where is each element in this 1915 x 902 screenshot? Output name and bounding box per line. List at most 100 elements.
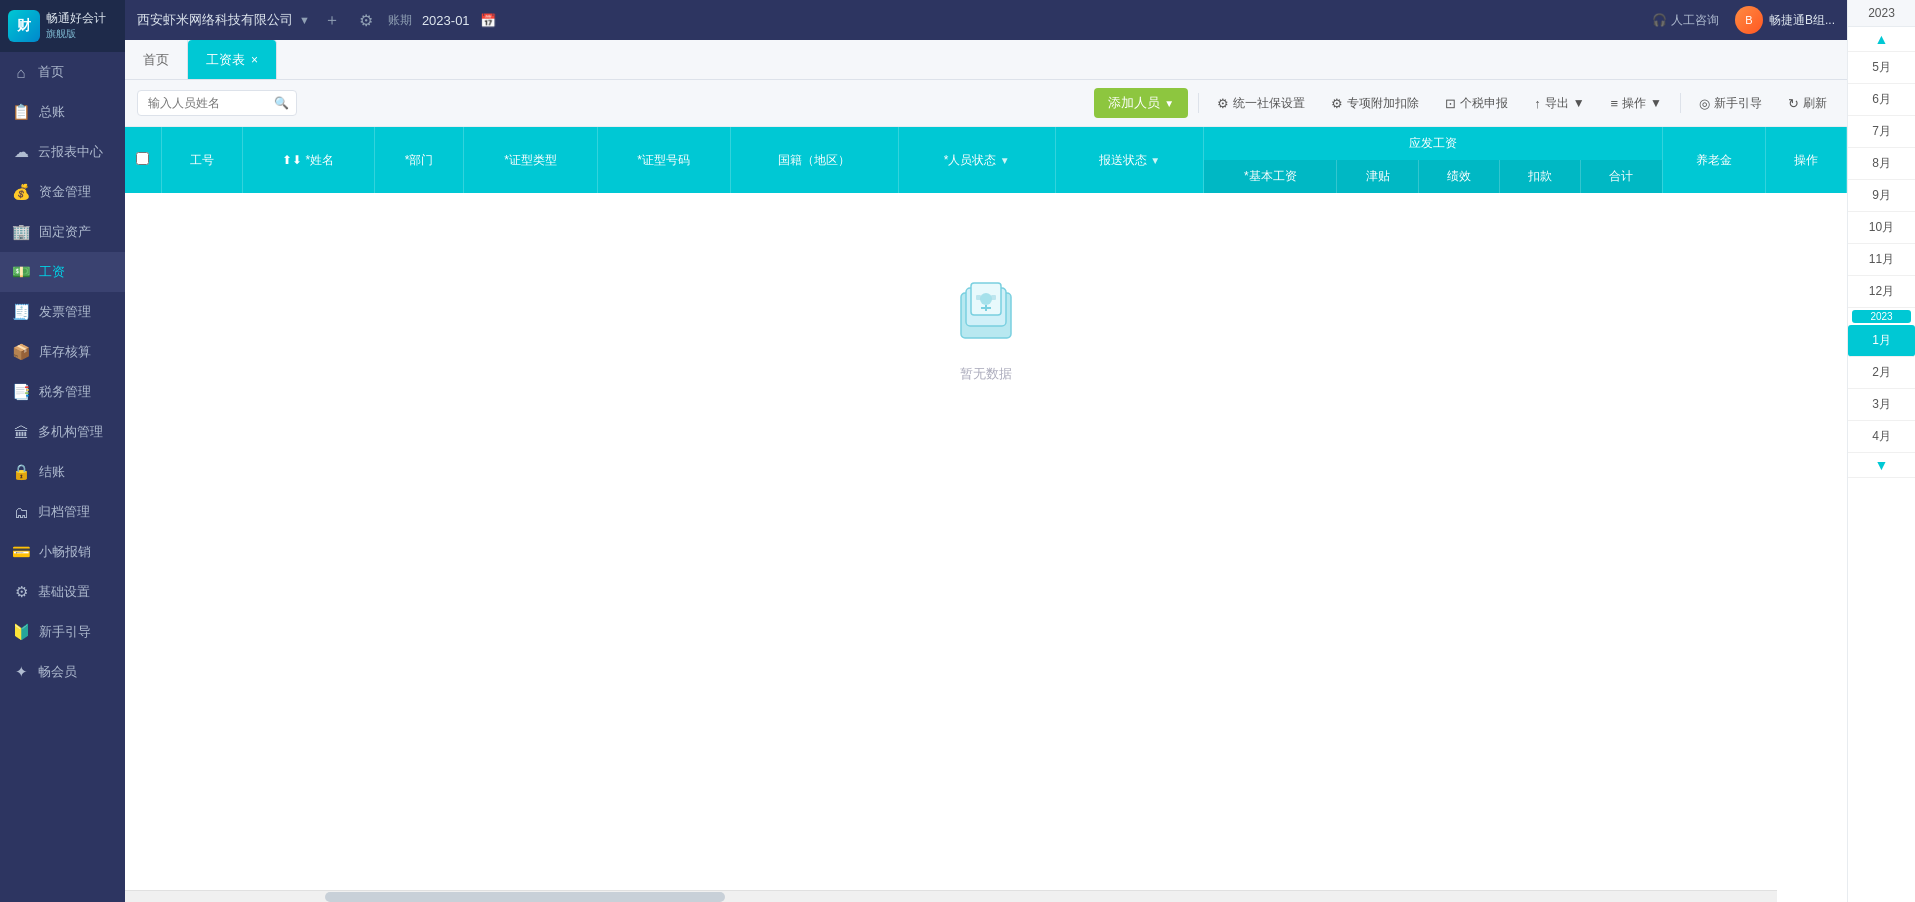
payroll-icon: 💵 <box>12 263 31 281</box>
sidebar-item-closing-label: 结账 <box>39 463 65 481</box>
sidebar-item-closing[interactable]: 🔒 结账 <box>0 452 125 492</box>
company-selector[interactable]: 西安虾米网络科技有限公司 ▼ <box>137 11 310 29</box>
period-up-btn[interactable]: ▲ <box>1848 27 1915 52</box>
refresh-icon: ↻ <box>1788 96 1799 111</box>
funds-icon: 💰 <box>12 183 31 201</box>
period-month-6[interactable]: 6月 <box>1848 84 1915 116</box>
period-month-5[interactable]: 5月 <box>1848 52 1915 84</box>
select-all-checkbox[interactable] <box>136 152 149 165</box>
calendar-icon[interactable]: 📅 <box>480 13 496 28</box>
sidebar-item-guide[interactable]: 🔰 新手引导 <box>0 612 125 652</box>
svg-point-3 <box>980 293 992 305</box>
empty-text: 暂无数据 <box>960 365 1012 383</box>
tab-payroll[interactable]: 工资表 × <box>188 40 277 79</box>
company-name: 西安虾米网络科技有限公司 <box>137 11 293 29</box>
sidebar-item-reports[interactable]: ☁ 云报表中心 <box>0 132 125 172</box>
refresh-btn[interactable]: ↻ 刷新 <box>1780 90 1835 117</box>
period-month-8[interactable]: 8月 <box>1848 148 1915 180</box>
sidebar-item-expense[interactable]: 💳 小畅报销 <box>0 532 125 572</box>
member-icon: ✦ <box>12 663 30 681</box>
deduction-label: 专项附加扣除 <box>1347 95 1419 112</box>
th-report-status: 报送状态 ▼ <box>1055 127 1204 193</box>
sidebar-item-archive[interactable]: 🗂 归档管理 <box>0 492 125 532</box>
period-year-header: 2023 <box>1848 0 1915 27</box>
period-month-7[interactable]: 7月 <box>1848 116 1915 148</box>
sidebar-item-funds[interactable]: 💰 资金管理 <box>0 172 125 212</box>
logo-text: 畅通好会计 <box>46 11 106 27</box>
tab-payroll-close[interactable]: × <box>251 53 258 67</box>
assets-icon: 🏢 <box>12 223 31 241</box>
sidebar-item-multi-org[interactable]: 🏛 多机构管理 <box>0 412 125 452</box>
tax-report-label: 个税申报 <box>1460 95 1508 112</box>
add-person-btn[interactable]: 添加人员 ▼ <box>1094 88 1188 118</box>
period-month-11[interactable]: 11月 <box>1848 244 1915 276</box>
sidebar-item-tax[interactable]: 📑 税务管理 <box>0 372 125 412</box>
tabbar: 首页 工资表 × <box>125 40 1847 80</box>
guide-icon: 🔰 <box>12 623 31 641</box>
settings-icon: ⚙ <box>12 583 30 601</box>
archive-icon: 🗂 <box>12 504 30 521</box>
th-id-no: *证型号码 <box>597 127 730 193</box>
avatar: B <box>1735 6 1763 34</box>
period-month-3[interactable]: 3月 <box>1848 389 1915 421</box>
sidebar-item-home[interactable]: ⌂ 首页 <box>0 52 125 92</box>
closing-icon: 🔒 <box>12 463 31 481</box>
add-person-arrow: ▼ <box>1164 98 1174 109</box>
tax-report-icon: ⊡ <box>1445 96 1456 111</box>
inventory-icon: 📦 <box>12 343 31 361</box>
sidebar-item-inventory[interactable]: 📦 库存核算 <box>0 332 125 372</box>
search-input[interactable] <box>148 96 268 110</box>
operation-arrow: ▼ <box>1650 96 1662 110</box>
period-month-2[interactable]: 2月 <box>1848 357 1915 389</box>
th-checkbox[interactable] <box>125 127 161 193</box>
guide-label: 新手引导 <box>1714 95 1762 112</box>
th-id-type: *证型类型 <box>464 127 597 193</box>
operation-btn[interactable]: ≡ 操作 ▼ <box>1603 90 1670 117</box>
period-month-12[interactable]: 12月 <box>1848 276 1915 308</box>
guide-btn[interactable]: ◎ 新手引导 <box>1691 90 1770 117</box>
topbar: 西安虾米网络科技有限公司 ▼ ＋ ⚙ 账期 2023-01 📅 🎧 人工咨询 B… <box>125 0 1847 40</box>
period-value: 2023-01 <box>422 13 470 28</box>
deduction-btn[interactable]: ⚙ 专项附加扣除 <box>1323 90 1427 117</box>
tab-payroll-label: 工资表 <box>206 51 245 69</box>
period-down-btn[interactable]: ▼ <box>1848 453 1915 478</box>
user-menu[interactable]: B 畅捷通B组... <box>1735 6 1835 34</box>
th-id: 工号 <box>161 127 242 193</box>
tab-home[interactable]: 首页 <box>125 40 188 79</box>
app-logo: 财 畅通好会计 旗舰版 <box>0 0 125 52</box>
export-icon: ↑ <box>1534 96 1541 111</box>
scrollbar-thumb[interactable] <box>325 892 725 902</box>
company-settings-btn[interactable]: ⚙ <box>354 8 378 32</box>
service-btn[interactable]: 🎧 人工咨询 <box>1652 12 1719 29</box>
search-icon: 🔍 <box>274 96 289 110</box>
sidebar-item-invoice[interactable]: 🧾 发票管理 <box>0 292 125 332</box>
period-month-1[interactable]: 1月 <box>1848 325 1915 357</box>
sidebar-item-invoice-label: 发票管理 <box>39 303 91 321</box>
svg-rect-7 <box>991 295 996 300</box>
add-company-btn[interactable]: ＋ <box>320 8 344 32</box>
th-dept: *部门 <box>374 127 464 193</box>
sidebar-item-member[interactable]: ✦ 畅会员 <box>0 652 125 692</box>
operation-icon: ≡ <box>1611 96 1619 111</box>
sidebar: 财 畅通好会计 旗舰版 ⌂ 首页 📋 总账 ☁ 云报表中心 💰 资金管理 🏢 固… <box>0 0 125 902</box>
sidebar-item-settings[interactable]: ⚙ 基础设置 <box>0 572 125 612</box>
sidebar-item-assets[interactable]: 🏢 固定资产 <box>0 212 125 252</box>
tax-report-btn[interactable]: ⊡ 个税申报 <box>1437 90 1516 117</box>
period-month-10[interactable]: 10月 <box>1848 212 1915 244</box>
refresh-label: 刷新 <box>1803 95 1827 112</box>
sidebar-item-ledger[interactable]: 📋 总账 <box>0 92 125 132</box>
logo-icon: 财 <box>8 10 40 42</box>
export-btn[interactable]: ↑ 导出 ▼ <box>1526 90 1592 117</box>
topbar-right: 🎧 人工咨询 B 畅捷通B组... <box>1652 6 1835 34</box>
empty-state: 暂无数据 <box>125 193 1847 463</box>
sidebar-item-expense-label: 小畅报销 <box>39 543 91 561</box>
sidebar-item-payroll[interactable]: 💵 工资 <box>0 252 125 292</box>
current-year-badge: 2023 <box>1852 310 1911 323</box>
period-month-4[interactable]: 4月 <box>1848 421 1915 453</box>
period-month-9[interactable]: 9月 <box>1848 180 1915 212</box>
horizontal-scrollbar[interactable] <box>125 890 1777 902</box>
expense-icon: 💳 <box>12 543 31 561</box>
social-security-btn[interactable]: ⚙ 统一社保设置 <box>1209 90 1313 117</box>
ledger-icon: 📋 <box>12 103 31 121</box>
th-operation: 操作 <box>1765 127 1846 193</box>
